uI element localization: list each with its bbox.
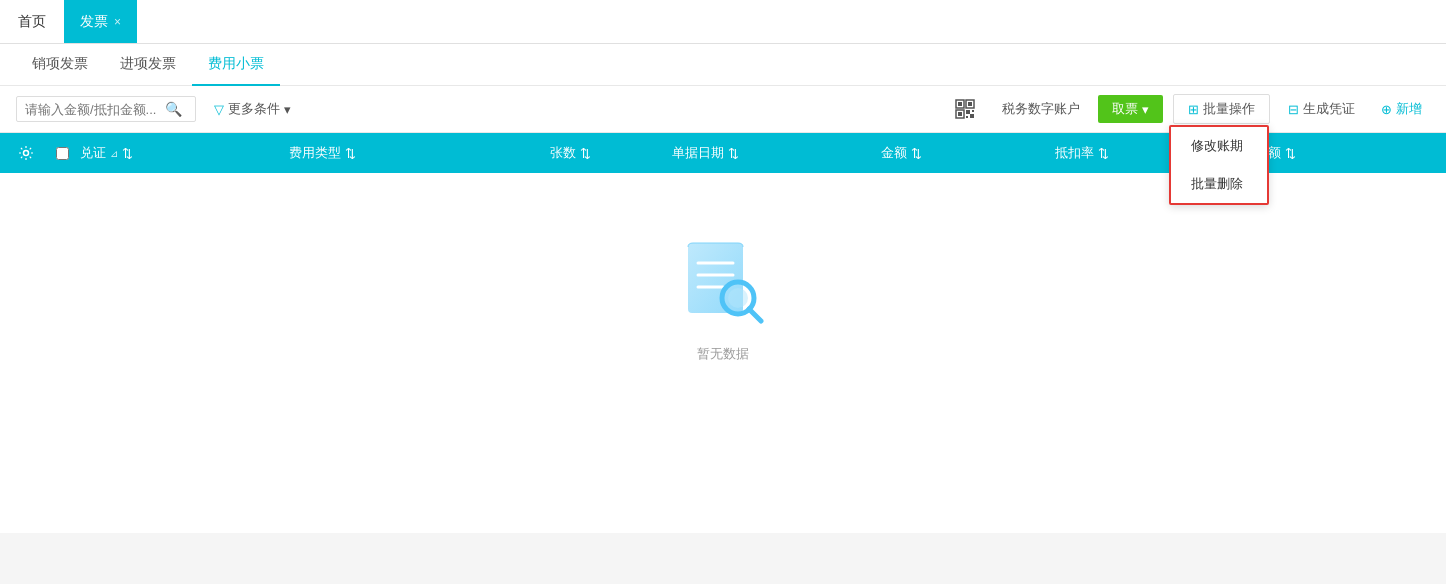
- modify-period-item[interactable]: 修改账期: [1171, 127, 1267, 165]
- toolbar: 🔍 ▽ 更多条件 ▾ 税务数字账户: [0, 86, 1446, 133]
- th-checkbox[interactable]: [44, 147, 80, 160]
- svg-rect-5: [958, 112, 962, 116]
- sub-nav: 销项发票 进项发票 费用小票: [0, 44, 1446, 86]
- th-date[interactable]: 单据日期 ⇅: [672, 144, 881, 162]
- search-input[interactable]: [25, 102, 165, 117]
- batch-icon: ⊞: [1188, 102, 1199, 117]
- batch-op-dropdown: 修改账期 批量删除: [1169, 125, 1269, 205]
- deduct-amount-sort-icon: ⇅: [1285, 146, 1296, 161]
- empty-state: 暂无数据: [0, 173, 1446, 403]
- search-icon: 🔍: [165, 101, 182, 117]
- th-settings[interactable]: [8, 145, 44, 161]
- svg-point-16: [728, 288, 748, 308]
- sub-nav-sales[interactable]: 销项发票: [16, 45, 104, 86]
- search-box: 🔍: [16, 96, 196, 122]
- voucher-filter-icon: ⊿: [110, 148, 118, 159]
- toolbar-right: 税务数字账户 取票 ▾ ⊞ 批量操作 修改账期 批量删除 ⊟ 生成凭证: [946, 94, 1430, 124]
- th-amount[interactable]: 金额 ⇅: [881, 144, 1055, 162]
- filter-chevron: ▾: [284, 102, 291, 117]
- svg-rect-6: [966, 110, 970, 114]
- th-count[interactable]: 张数 ⇅: [550, 144, 672, 162]
- take-ticket-button[interactable]: 取票 ▾: [1098, 95, 1163, 123]
- voucher-sort-icon: ⇅: [122, 146, 133, 161]
- filter-icon: ▽: [214, 102, 224, 117]
- gen-voucher-button[interactable]: ⊟ 生成凭证: [1280, 96, 1363, 122]
- add-label: 新增: [1396, 100, 1422, 118]
- gen-voucher-icon: ⊟: [1288, 102, 1299, 117]
- empty-icon: [673, 233, 773, 333]
- batch-op-button[interactable]: ⊞ 批量操作 修改账期 批量删除: [1173, 94, 1270, 124]
- take-ticket-chevron: ▾: [1142, 102, 1149, 117]
- date-sort-icon: ⇅: [728, 146, 739, 161]
- svg-rect-3: [968, 102, 972, 106]
- invoice-tab-label: 发票: [80, 13, 108, 31]
- select-all-checkbox[interactable]: [56, 147, 69, 160]
- th-type[interactable]: 费用类型 ⇅: [289, 144, 550, 162]
- deduct-rate-sort-icon: ⇅: [1098, 146, 1109, 161]
- sub-nav-input[interactable]: 进项发票: [104, 45, 192, 86]
- svg-rect-1: [958, 102, 962, 106]
- amount-sort-icon: ⇅: [911, 146, 922, 161]
- sub-nav-expense[interactable]: 费用小票: [192, 45, 280, 86]
- batch-op-label: 批量操作: [1203, 100, 1255, 118]
- qr-button[interactable]: [946, 94, 984, 124]
- qr-icon: [954, 98, 976, 120]
- svg-rect-8: [966, 116, 968, 118]
- filter-label: 更多条件: [228, 100, 280, 118]
- tax-account-label: 税务数字账户: [1002, 100, 1080, 118]
- empty-text: 暂无数据: [697, 345, 749, 363]
- add-new-button[interactable]: ⊕ 新增: [1373, 96, 1430, 122]
- gen-voucher-label: 生成凭证: [1303, 100, 1355, 118]
- th-voucher[interactable]: 兑证 ⊿ ⇅: [80, 144, 289, 162]
- tax-account-button[interactable]: 税务数字账户: [994, 96, 1088, 122]
- settings-icon: [18, 145, 34, 161]
- svg-rect-9: [970, 114, 974, 118]
- invoice-tab-close[interactable]: ×: [114, 15, 121, 29]
- count-sort-icon: ⇅: [580, 146, 591, 161]
- filter-button[interactable]: ▽ 更多条件 ▾: [206, 96, 299, 122]
- home-tab[interactable]: 首页: [0, 0, 64, 43]
- svg-rect-7: [972, 110, 974, 112]
- type-sort-icon: ⇅: [345, 146, 356, 161]
- batch-delete-item[interactable]: 批量删除: [1171, 165, 1267, 203]
- top-nav: 首页 发票 ×: [0, 0, 1446, 44]
- invoice-tab[interactable]: 发票 ×: [64, 0, 137, 43]
- add-icon: ⊕: [1381, 102, 1392, 117]
- svg-line-17: [749, 309, 761, 321]
- take-ticket-label: 取票: [1112, 100, 1138, 118]
- svg-point-10: [24, 151, 29, 156]
